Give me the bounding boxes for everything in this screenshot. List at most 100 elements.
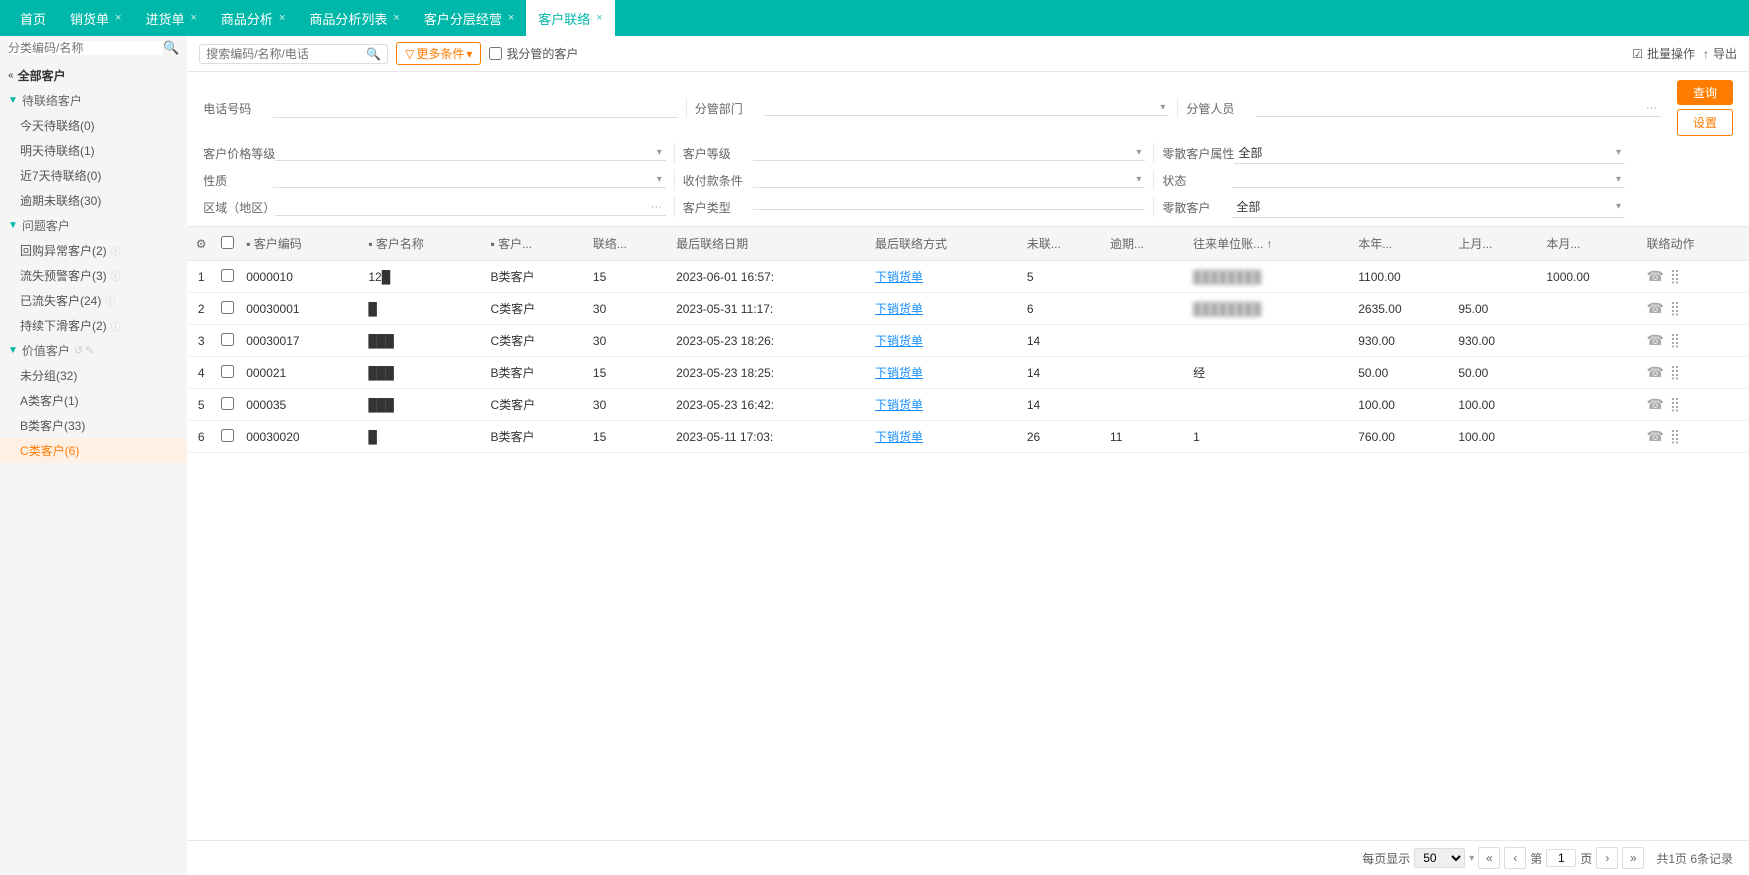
filter-select-nature[interactable]: ▾ xyxy=(273,172,666,188)
collapse-icon[interactable]: « xyxy=(8,70,14,81)
row-checkbox[interactable] xyxy=(215,293,240,325)
filter-search-box[interactable]: 🔍 xyxy=(199,44,388,64)
close-icon[interactable]: × xyxy=(393,12,399,24)
close-icon[interactable]: × xyxy=(279,12,285,24)
row-name: █ xyxy=(362,293,484,325)
row-last-date: 2023-05-23 18:26: xyxy=(670,325,869,357)
filter-select-retail-attr[interactable]: 全部 ▾ xyxy=(1234,142,1625,164)
row-overdue xyxy=(1104,293,1187,325)
filter-select-payment[interactable]: ▾ xyxy=(753,172,1146,188)
filter-select-retail-customer[interactable]: 全部 ▾ xyxy=(1232,196,1625,218)
close-icon[interactable]: × xyxy=(508,12,514,24)
more-action-icon[interactable]: ⣿ xyxy=(1670,268,1680,285)
all-customers-label[interactable]: 全部客户 xyxy=(18,67,66,84)
more-action-icon[interactable]: ⣿ xyxy=(1670,332,1680,349)
sidebar-item-7days[interactable]: 近7天待联络(0) xyxy=(0,163,187,188)
more-action-icon[interactable]: ⣿ xyxy=(1670,300,1680,317)
export-btn[interactable]: ↑ 导出 xyxy=(1703,45,1737,62)
row-checkbox[interactable] xyxy=(215,261,240,293)
phone-action-icon[interactable]: ☎ xyxy=(1646,396,1663,413)
nav-item-sales[interactable]: 销货单 × xyxy=(58,0,133,36)
th-settings[interactable]: ⚙ xyxy=(187,227,215,261)
nav-item-purchase[interactable]: 进货单 × xyxy=(133,0,208,36)
prev-page-btn[interactable]: ‹ xyxy=(1504,847,1526,869)
row-checkbox[interactable] xyxy=(215,389,240,421)
sidebar-search-input[interactable] xyxy=(8,41,163,55)
last-page-btn[interactable]: » xyxy=(1622,847,1644,869)
sidebar-group-problem[interactable]: ▼ 问题客户 xyxy=(0,213,187,238)
phone-action-icon[interactable]: ☎ xyxy=(1646,332,1663,349)
phone-action-icon[interactable]: ☎ xyxy=(1646,268,1663,285)
row-last-method[interactable]: 下销货单 xyxy=(869,389,1021,421)
more-action-icon[interactable]: ⣿ xyxy=(1670,364,1680,381)
row-last-method[interactable]: 下销货单 xyxy=(869,293,1021,325)
more-action-icon[interactable]: ⣿ xyxy=(1670,396,1680,413)
refresh-icon[interactable]: ↺ xyxy=(74,344,83,357)
row-last-method[interactable]: 下销货单 xyxy=(869,421,1021,453)
phone-action-icon[interactable]: ☎ xyxy=(1646,428,1663,445)
row-checkbox[interactable] xyxy=(215,357,240,389)
sidebar-item-tomorrow[interactable]: 明天待联络(1) xyxy=(0,138,187,163)
filter-icon: ▽ xyxy=(405,47,414,61)
sidebar-item-class-a[interactable]: A类客户(1) xyxy=(0,388,187,413)
filter-select-area[interactable]: ··· xyxy=(275,199,666,216)
sidebar-group-value[interactable]: ▼ 价值客户 ↺ ✎ xyxy=(0,338,187,363)
filter-label-dept: 分管部门 xyxy=(695,100,765,117)
filter-select-customer-level[interactable]: ▾ xyxy=(753,145,1146,161)
page-input[interactable] xyxy=(1546,849,1576,867)
filter-search-input[interactable] xyxy=(206,47,366,61)
filter-select-status[interactable]: ▾ xyxy=(1232,172,1625,188)
nav-item-home[interactable]: 首页 xyxy=(8,0,58,36)
nav-item-customer-layered[interactable]: 客户分层经营 × xyxy=(412,0,526,36)
row-last-method[interactable]: 下销货单 xyxy=(869,325,1021,357)
row-unlinked: 6 xyxy=(1021,293,1104,325)
sidebar-item-overdue[interactable]: 逾期未联络(30) xyxy=(0,188,187,213)
filter-input-phone[interactable] xyxy=(273,99,678,118)
sidebar-item-class-c[interactable]: C类客户(6) xyxy=(0,438,187,463)
setting-button[interactable]: 设置 xyxy=(1677,109,1733,136)
phone-action-icon[interactable]: ☎ xyxy=(1646,300,1663,317)
sidebar-item-churned[interactable]: 已流失客户(24) ⓘ xyxy=(0,288,187,313)
nav-item-analysis-list[interactable]: 商品分析列表 × xyxy=(297,0,411,36)
per-page-select[interactable]: 50 100 xyxy=(1414,848,1465,868)
filter-select-manager[interactable]: ··· xyxy=(1256,100,1661,117)
row-last-date: 2023-05-31 11:17: xyxy=(670,293,869,325)
close-icon[interactable]: × xyxy=(190,12,196,24)
close-icon[interactable]: × xyxy=(596,12,602,24)
chevron-down-icon: ▾ xyxy=(1616,147,1621,158)
first-page-btn[interactable]: « xyxy=(1478,847,1500,869)
row-num: 2 xyxy=(187,293,215,325)
more-action-icon[interactable]: ⣿ xyxy=(1670,428,1680,445)
sidebar-item-churn-warning[interactable]: 流失预警客户(3) ⓘ xyxy=(0,263,187,288)
next-page-btn[interactable]: › xyxy=(1596,847,1618,869)
filter-select-price-level[interactable]: ▾ xyxy=(275,145,666,161)
row-checkbox[interactable] xyxy=(215,325,240,357)
close-icon[interactable]: × xyxy=(115,12,121,24)
sidebar-item-class-b[interactable]: B类客户(33) xyxy=(0,413,187,438)
select-all-checkbox[interactable] xyxy=(221,236,234,249)
filter-select-dept[interactable]: ▾ xyxy=(765,100,1170,116)
row-last-method[interactable]: 下销货单 xyxy=(869,357,1021,389)
phone-action-icon[interactable]: ☎ xyxy=(1646,364,1663,381)
sidebar-item-today[interactable]: 今天待联络(0) xyxy=(0,113,187,138)
nav-item-customer-contact[interactable]: 客户联络 × xyxy=(526,0,614,36)
my-customers-checkbox-label[interactable]: 我分管的客户 xyxy=(489,45,578,62)
row-this-month xyxy=(1540,357,1640,389)
sidebar-item-declining[interactable]: 持续下滑客户(2) ⓘ xyxy=(0,313,187,338)
row-unlinked: 14 xyxy=(1021,389,1104,421)
sidebar-item-ungroup[interactable]: 未分组(32) xyxy=(0,363,187,388)
row-checkbox[interactable] xyxy=(215,421,240,453)
sidebar-item-repurchase-abnormal[interactable]: 回购异常客户(2) ⓘ xyxy=(0,238,187,263)
more-conditions-btn[interactable]: ▽ 更多条件 ▾ xyxy=(396,42,481,65)
sidebar-group-pending[interactable]: ▼ 待联络客户 xyxy=(0,88,187,113)
edit-icon[interactable]: ✎ xyxy=(85,344,94,357)
row-actions: ☎ ⣿ xyxy=(1640,261,1749,293)
filter-select-customer-type[interactable] xyxy=(753,205,1146,210)
my-customers-checkbox[interactable] xyxy=(489,47,502,60)
row-actions: ☎ ⣿ xyxy=(1640,293,1749,325)
row-last-method[interactable]: 下销货单 xyxy=(869,261,1021,293)
nav-item-analysis[interactable]: 商品分析 × xyxy=(209,0,297,36)
batch-op-btn[interactable]: ☑ 批量操作 xyxy=(1632,45,1695,62)
th-checkbox[interactable] xyxy=(215,227,240,261)
query-button[interactable]: 查询 xyxy=(1677,80,1733,105)
